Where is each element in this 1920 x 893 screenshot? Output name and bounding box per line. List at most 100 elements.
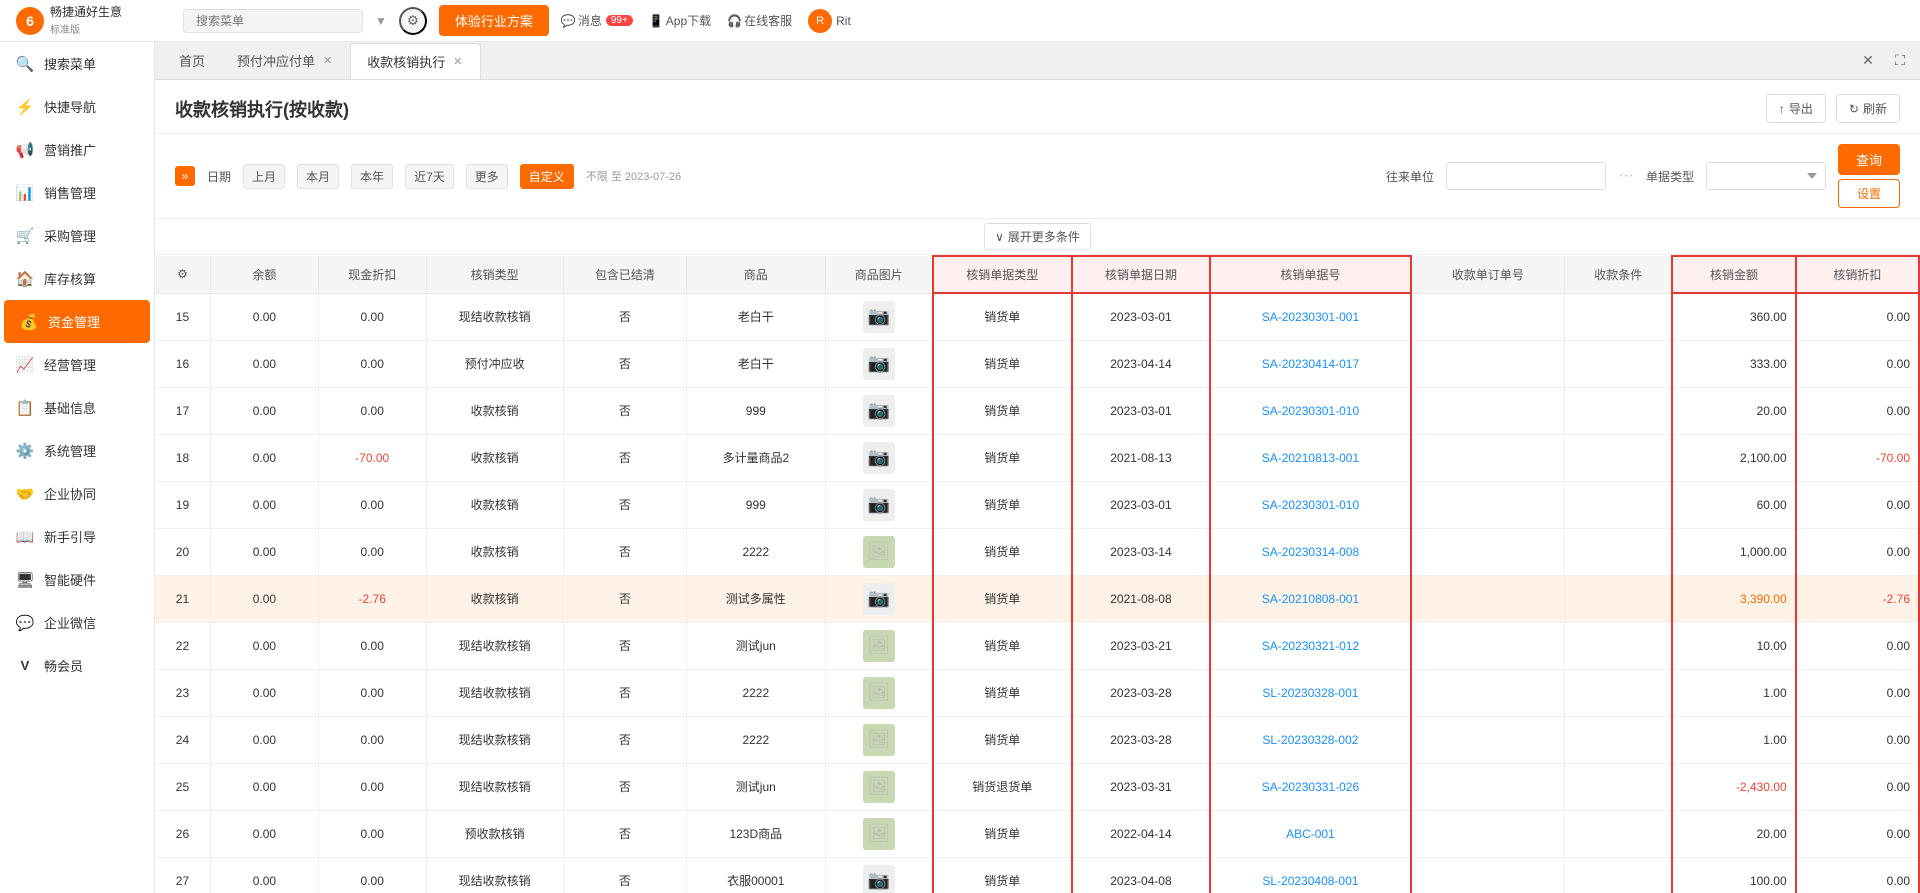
service-icon: 🎧 <box>727 14 742 28</box>
app-download-btn[interactable]: 📱 App下载 <box>649 12 711 29</box>
table-row: 210.00-2.76收款核销否测试多属性📷销货单2021-08-08SA-20… <box>155 575 1919 622</box>
refresh-btn[interactable]: ↻ 刷新 <box>1836 94 1900 123</box>
bill-no-link[interactable]: SA-20210808-001 <box>1262 592 1359 606</box>
bill-no-link[interactable]: SL-20230408-001 <box>1262 874 1358 888</box>
table-row: 220.000.00现结收款核销否测试jun🖼销货单2023-03-21SA-2… <box>155 622 1919 669</box>
sidebar-item-finance[interactable]: 💰 资金管理 <box>4 300 150 343</box>
expand-icon: ∨ <box>995 230 1004 244</box>
col-header-settings[interactable]: ⚙ <box>155 256 210 293</box>
guide-icon: 📖 <box>16 528 34 546</box>
tab-home[interactable]: 首页 <box>163 51 221 70</box>
main-layout: 🔍 搜索菜单 ⚡ 快捷导航 📢 营销推广 📊 销售管理 🛒 采购管理 🏠 库存核… <box>0 42 1920 893</box>
online-service-btn[interactable]: 🎧 在线客服 <box>727 12 792 29</box>
sidebar-item-purchase[interactable]: 🛒 采购管理 <box>0 214 154 257</box>
last7-btn[interactable]: 近7天 <box>405 164 454 189</box>
expand-conditions-btn[interactable]: ∨ 展开更多条件 <box>984 223 1091 250</box>
sidebar-item-basic-info[interactable]: 📋 基础信息 <box>0 386 154 429</box>
last-month-btn[interactable]: 上月 <box>243 164 285 189</box>
col-header-receipt-condition: 收款条件 <box>1565 256 1673 293</box>
inventory-icon: 🏠 <box>16 270 34 288</box>
settings-filter-btn[interactable]: 设置 <box>1838 179 1900 208</box>
col-header-balance: 余额 <box>210 256 318 293</box>
close-window-btn[interactable]: ✕ <box>1856 49 1880 73</box>
industry-solution-btn[interactable]: 体验行业方案 <box>439 5 549 36</box>
custom-date-btn[interactable]: 自定义 <box>520 164 574 189</box>
bill-no-link[interactable]: SA-20230321-012 <box>1262 639 1359 653</box>
this-year-btn[interactable]: 本年 <box>351 164 393 189</box>
refresh-icon: ↻ <box>1849 102 1859 116</box>
receipt-type-select[interactable] <box>1706 162 1826 190</box>
bill-no-link[interactable]: SL-20230328-002 <box>1262 733 1358 747</box>
bill-no-link[interactable]: SL-20230328-001 <box>1262 686 1358 700</box>
search-input[interactable] <box>183 9 363 33</box>
bill-no-link[interactable]: SA-20230314-008 <box>1262 545 1359 559</box>
search-icon: 🔍 <box>16 55 34 73</box>
col-header-cancel-bill-type: 核销单据类型 <box>933 256 1072 293</box>
dropdown-area[interactable]: ▼ <box>375 14 387 28</box>
tab-prepayment[interactable]: 预付冲应付单 ✕ <box>221 43 350 78</box>
sidebar-item-wechat[interactable]: 💬 企业微信 <box>0 601 154 644</box>
hardware-icon: 🖥 <box>16 571 34 589</box>
counterparty-dots: ··· <box>1618 167 1634 185</box>
logo-area: 6 畅捷通好生意 标准版 <box>16 5 171 36</box>
more-date-btn[interactable]: 更多 <box>466 164 508 189</box>
tab-receipt-cancel-close[interactable]: ✕ <box>451 55 464 68</box>
member-icon: V <box>16 657 34 675</box>
bill-no-link[interactable]: ABC-001 <box>1286 827 1335 841</box>
table-area[interactable]: ⚙ 余额 现金折扣 核销类型 包含已结清 商品 商品图片 核销单据类型 核销单据… <box>155 255 1920 893</box>
sidebar-item-collab[interactable]: 🤝 企业协同 <box>0 472 154 515</box>
message-btn[interactable]: 💬 消息 99+ <box>561 12 633 29</box>
bill-no-link[interactable]: SA-20230301-001 <box>1262 310 1359 324</box>
table-row: 250.000.00现结收款核销否测试jun🖼销货退货单2023-03-31SA… <box>155 763 1919 810</box>
col-header-receipt-order-no: 收款单订单号 <box>1411 256 1565 293</box>
wechat-icon: 💬 <box>16 614 34 632</box>
export-btn[interactable]: ↑ 导出 <box>1766 94 1826 123</box>
counterparty-input[interactable] <box>1446 162 1606 190</box>
col-header-cash-discount: 现金折扣 <box>318 256 426 293</box>
app-edition: 标准版 <box>50 21 122 36</box>
table-row: 270.000.00现结收款核销否衣服00001📷销货单2023-04-08SL… <box>155 857 1919 893</box>
sidebar: 🔍 搜索菜单 ⚡ 快捷导航 📢 营销推广 📊 销售管理 🛒 采购管理 🏠 库存核… <box>0 42 155 893</box>
content-area: 首页 预付冲应付单 ✕ 收款核销执行 ✕ ✕ ⛶ 收款核销执行(按收款) ↑ <box>155 42 1920 893</box>
sidebar-item-sales[interactable]: 📊 销售管理 <box>0 171 154 214</box>
tab-receipt-cancel[interactable]: 收款核销执行 ✕ <box>350 43 481 79</box>
system-icon: ⚙️ <box>16 442 34 460</box>
bill-no-link[interactable]: SA-20230331-026 <box>1262 780 1359 794</box>
col-header-product: 商品 <box>686 256 825 293</box>
user-profile-btn[interactable]: R Rit <box>808 9 851 33</box>
table-row: 260.000.00预收款核销否123D商品🖼销货单2022-04-14ABC-… <box>155 810 1919 857</box>
page-header-actions: ↑ 导出 ↻ 刷新 <box>1766 94 1900 123</box>
filter-bar: » 日期 上月 本月 本年 近7天 更多 自定义 不限 至 2023-07-26… <box>155 134 1920 219</box>
date-range-text: 不限 至 2023-07-26 <box>586 168 1374 184</box>
table-row: 160.000.00预付冲应收否老白干📷销货单2023-04-14SA-2023… <box>155 340 1919 387</box>
bill-no-link[interactable]: SA-20230414-017 <box>1262 357 1359 371</box>
bill-no-link[interactable]: SA-20210813-001 <box>1262 451 1359 465</box>
col-header-cancel-discount: 核销折扣 <box>1796 256 1919 293</box>
collapse-filter-btn[interactable]: » <box>175 166 195 186</box>
bill-no-link[interactable]: SA-20230301-010 <box>1262 498 1359 512</box>
sidebar-item-operations[interactable]: 📈 经营管理 <box>0 343 154 386</box>
top-nav-right: 💬 消息 99+ 📱 App下载 🎧 在线客服 R Rit <box>561 9 851 33</box>
sidebar-item-system[interactable]: ⚙️ 系统管理 <box>0 429 154 472</box>
sidebar-item-member[interactable]: V 畅会员 <box>0 644 154 687</box>
sidebar-item-hardware[interactable]: 🖥 智能硬件 <box>0 558 154 601</box>
sidebar-item-quicknav[interactable]: ⚡ 快捷导航 <box>0 85 154 128</box>
maximize-btn[interactable]: ⛶ <box>1888 49 1912 73</box>
finance-icon: 💰 <box>20 313 38 331</box>
col-header-cancel-bill-date: 核销单据日期 <box>1072 256 1211 293</box>
app-name: 畅捷通好生意 <box>50 5 122 21</box>
table-header-row: ⚙ 余额 现金折扣 核销类型 包含已结清 商品 商品图片 核销单据类型 核销单据… <box>155 256 1919 293</box>
tab-prepayment-close[interactable]: ✕ <box>321 54 334 67</box>
sidebar-item-search[interactable]: 🔍 搜索菜单 <box>0 42 154 85</box>
query-btn[interactable]: 查询 <box>1838 144 1900 175</box>
settings-gear-btn[interactable]: ⚙ <box>399 7 427 35</box>
table-row: 230.000.00现结收款核销否2222🖼销货单2023-03-28SL-20… <box>155 669 1919 716</box>
bill-no-link[interactable]: SA-20230301-010 <box>1262 404 1359 418</box>
collab-icon: 🤝 <box>16 485 34 503</box>
quicknav-icon: ⚡ <box>16 98 34 116</box>
this-month-btn[interactable]: 本月 <box>297 164 339 189</box>
sidebar-item-marketing[interactable]: 📢 营销推广 <box>0 128 154 171</box>
export-icon: ↑ <box>1779 102 1785 116</box>
sidebar-item-inventory[interactable]: 🏠 库存核算 <box>0 257 154 300</box>
sidebar-item-guide[interactable]: 📖 新手引导 <box>0 515 154 558</box>
